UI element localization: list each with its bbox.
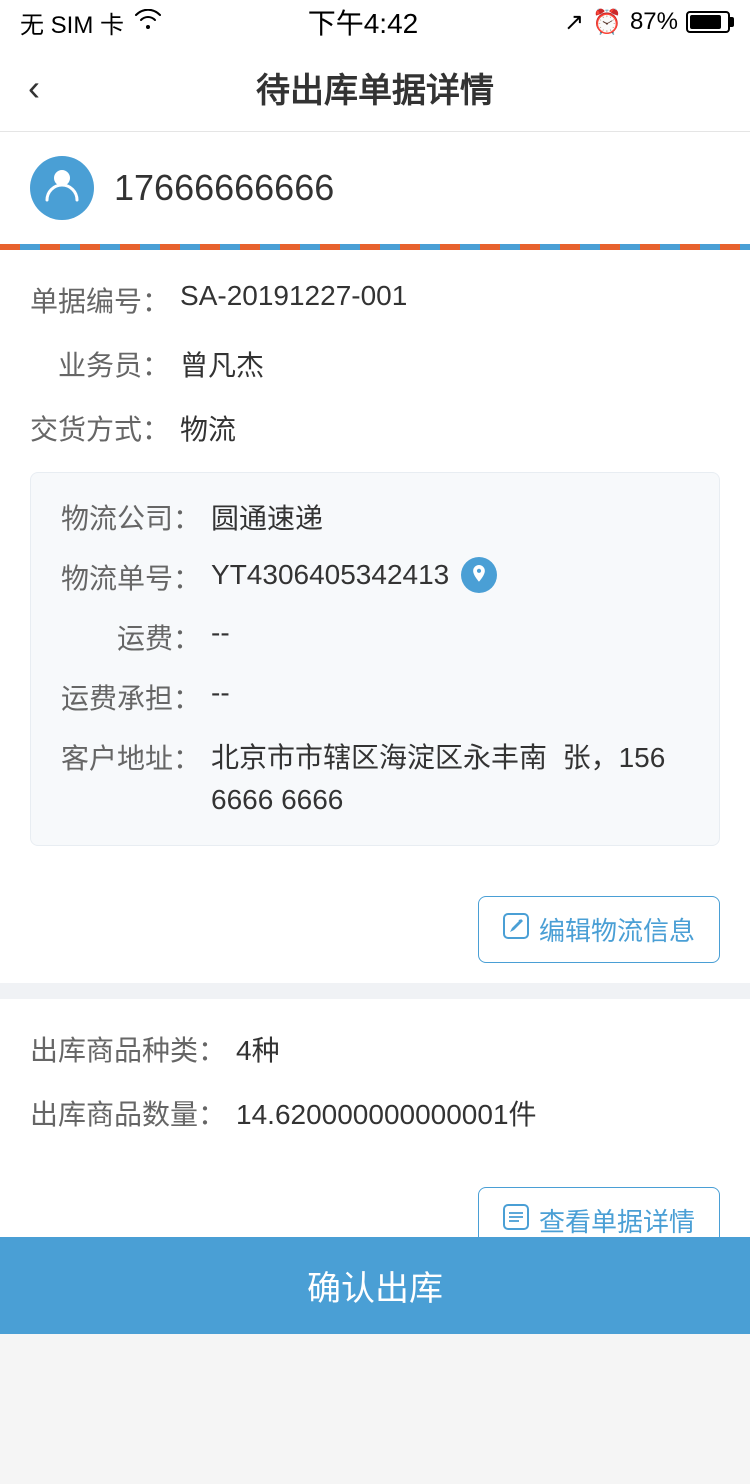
order-number-row: 单据编号： SA-20191227-001 [30, 280, 720, 320]
logistics-company-label: 物流公司： [61, 497, 201, 537]
location-status-icon: ↗ [564, 8, 584, 37]
edit-btn-label: 编辑物流信息 [539, 911, 695, 948]
back-button[interactable]: ‹ [28, 67, 40, 109]
logistics-tracking-row: 物流单号： YT43064053424​13 [61, 557, 689, 597]
staff-label: 业务员： [30, 344, 170, 384]
freight-bearer-row: 运费承担： -- [61, 677, 689, 717]
list-icon [503, 1204, 529, 1237]
goods-type-row: 出库商品种类： 4种 [30, 1029, 720, 1069]
track-location-button[interactable] [461, 557, 497, 593]
freight-row: 运费： -- [61, 617, 689, 657]
goods-quantity-label: 出库商品数量： [30, 1093, 226, 1133]
battery-percent: 87% [630, 8, 678, 36]
avatar [30, 156, 94, 220]
tracking-number-text: YT43064053424​13 [211, 559, 449, 591]
address-label: 客户地址： [61, 737, 201, 777]
nav-bar: ‹ 待出库单据详情 [0, 44, 750, 132]
status-right: ↗ ⏰ 87% [564, 8, 730, 37]
status-time: 下午4:42 [308, 2, 419, 42]
status-bar: 无 SIM 卡 下午4:42 ↗ ⏰ 87% [0, 0, 750, 44]
goods-section: 出库商品种类： 4种 出库商品数量： 14.620000000000001件 [0, 999, 750, 1177]
customer-phone: 17666666666 [114, 167, 334, 209]
delivery-row: 交货方式： 物流 [30, 408, 720, 448]
freight-label: 运费： [61, 617, 201, 657]
view-btn-label: 查看单据详情 [539, 1202, 695, 1239]
battery-icon [686, 11, 730, 33]
status-left: 无 SIM 卡 [20, 5, 162, 40]
logistics-company-row: 物流公司： 圆通速递 [61, 497, 689, 537]
logistics-tracking-label: 物流单号： [61, 557, 201, 597]
logistics-tracking-value: YT43064053424​13 [201, 557, 689, 593]
wifi-icon [134, 8, 162, 36]
staff-value: 曾凡杰 [170, 344, 720, 384]
confirm-outbound-button[interactable]: 确认出库 [307, 1261, 443, 1310]
goods-type-label: 出库商品种类： [30, 1029, 226, 1069]
alarm-icon: ⏰ [592, 8, 622, 37]
order-number-label: 单据编号： [30, 280, 170, 320]
order-number-value: SA-20191227-001 [170, 280, 720, 312]
edit-icon [503, 913, 529, 946]
section-separator [0, 983, 750, 999]
edit-btn-container: 编辑物流信息 [0, 886, 750, 983]
goods-quantity-value: 14.620000000000001件 [226, 1093, 720, 1133]
page-title: 待出库单据详情 [256, 63, 494, 112]
freight-bearer-value: -- [201, 677, 689, 709]
customer-card: 17666666666 [0, 132, 750, 244]
goods-type-value: 4种 [226, 1029, 720, 1069]
address-row: 客户地址： 北京市市辖区海淀区永丰南 张，156 6666 6666 [61, 737, 689, 821]
edit-logistics-button[interactable]: 编辑物流信息 [478, 896, 720, 963]
logistics-company-value: 圆通速递 [201, 497, 689, 537]
staff-row: 业务员： 曾凡杰 [30, 344, 720, 384]
address-value: 北京市市辖区海淀区永丰南 张，156 6666 6666 [201, 737, 689, 821]
delivery-value: 物流 [170, 408, 720, 448]
carrier-label: 无 SIM 卡 [20, 5, 124, 40]
freight-value: -- [201, 617, 689, 649]
user-icon [43, 164, 81, 212]
order-info-section: 单据编号： SA-20191227-001 业务员： 曾凡杰 交货方式： 物流 … [0, 250, 750, 886]
freight-bearer-label: 运费承担： [61, 677, 201, 717]
logistics-card: 物流公司： 圆通速递 物流单号： YT43064053424​13 运费： --… [30, 472, 720, 846]
confirm-btn-container: 确认出库 [0, 1237, 750, 1334]
goods-quantity-row: 出库商品数量： 14.620000000000001件 [30, 1093, 720, 1133]
delivery-label: 交货方式： [30, 408, 170, 448]
